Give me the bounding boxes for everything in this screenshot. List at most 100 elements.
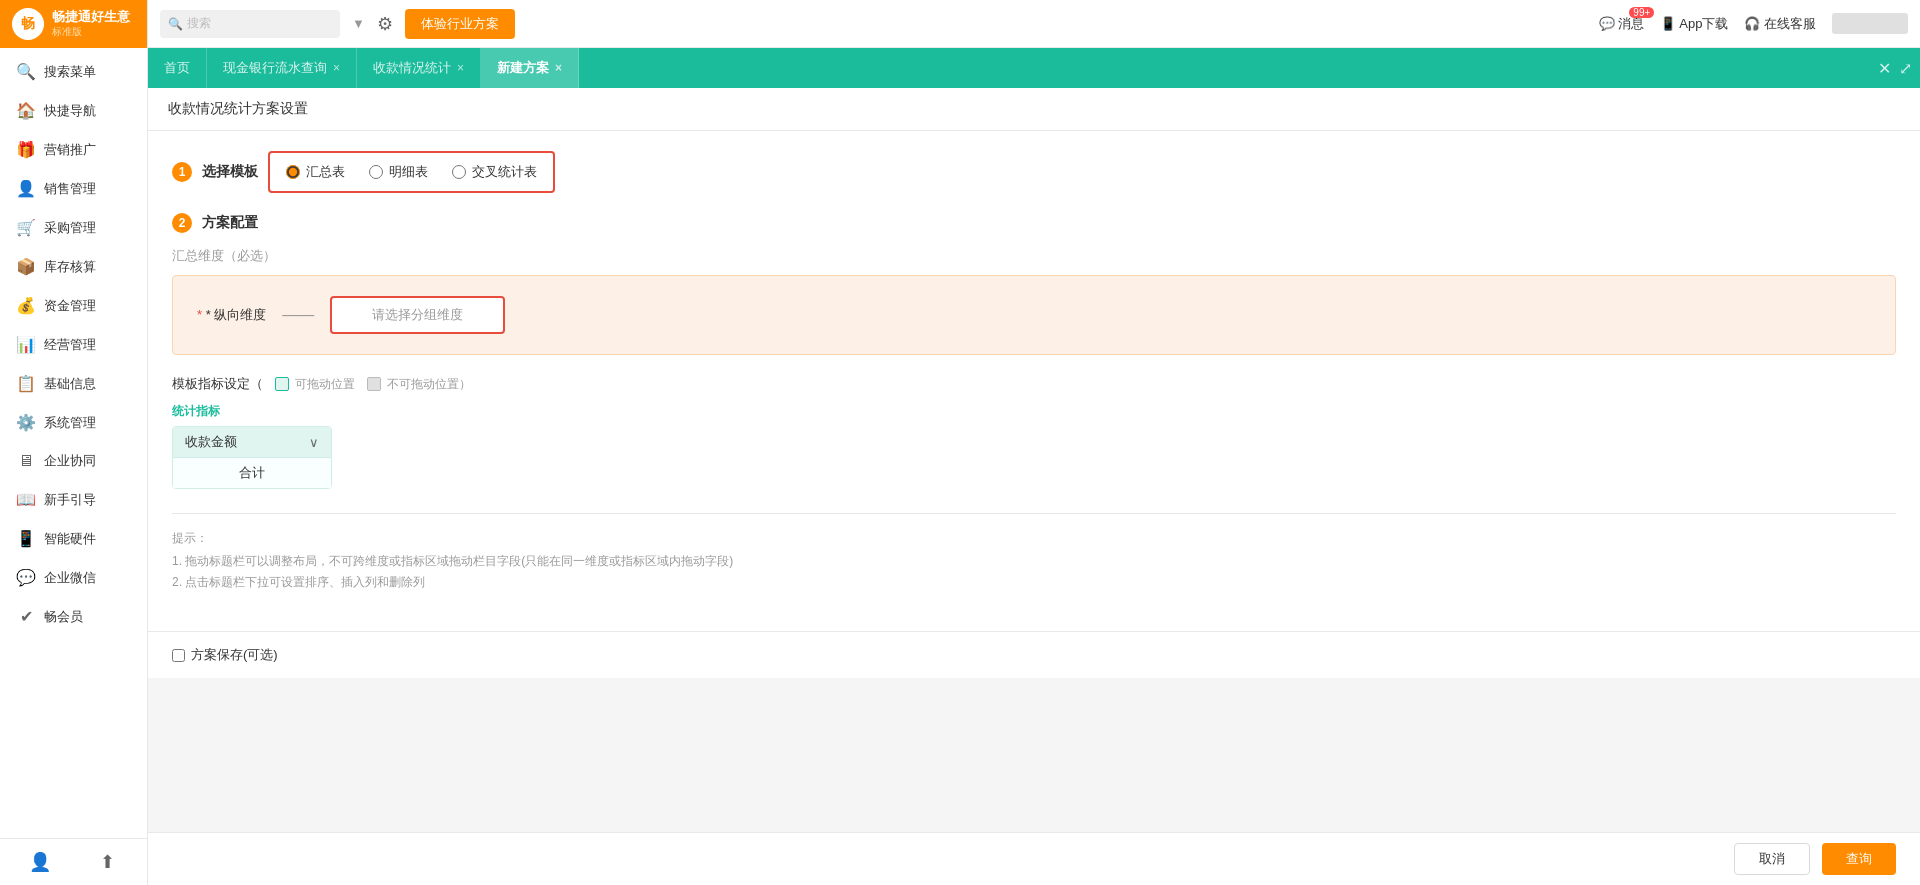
- tab-collection-stat[interactable]: 收款情况统计 ×: [357, 48, 481, 88]
- sidebar-item-wechat[interactable]: 💬 企业微信: [0, 558, 147, 597]
- book-icon: 📖: [16, 490, 36, 509]
- sidebar-item-sales[interactable]: 👤 销售管理: [0, 169, 147, 208]
- tip-item-1: 1. 拖动标题栏可以调整布局，不可跨维度或指标区域拖动栏目字段(只能在同一维度或…: [172, 553, 1896, 570]
- close-window-icon[interactable]: ✕: [1878, 59, 1891, 78]
- gear-icon: ⚙️: [16, 413, 36, 432]
- headphone-icon: 🎧: [1744, 16, 1760, 31]
- step1-badge: 1: [172, 162, 192, 182]
- template-detail-radio[interactable]: [369, 165, 383, 179]
- page-breadcrumb: 收款情况统计方案设置: [148, 88, 1920, 131]
- template-summary-radio[interactable]: [286, 165, 300, 179]
- logo-text: 畅捷通好生意 标准版: [52, 9, 130, 39]
- tab-home[interactable]: 首页: [148, 48, 207, 88]
- indicators-section: 模板指标设定（ 可拖动位置 不可拖动位置）: [172, 375, 1896, 489]
- trial-button[interactable]: 体验行业方案: [405, 9, 515, 39]
- sidebar-item-search-menu[interactable]: 🔍 搜索菜单: [0, 52, 147, 91]
- search-icon: 🔍: [168, 17, 183, 31]
- cancel-button[interactable]: 取消: [1734, 843, 1810, 875]
- dimension-arrow: ——: [282, 306, 314, 324]
- movable-legend: 可拖动位置: [275, 376, 355, 393]
- stats-label: 统计指标: [172, 403, 1896, 420]
- expand-window-icon[interactable]: ⤢: [1899, 59, 1912, 78]
- sidebar-item-finance[interactable]: 💰 资金管理: [0, 286, 147, 325]
- tab-bank-flow[interactable]: 现金银行流水查询 ×: [207, 48, 357, 88]
- template-cross-radio[interactable]: [452, 165, 466, 179]
- service-button[interactable]: 🎧 在线客服: [1744, 15, 1816, 33]
- template-detail-option[interactable]: 明细表: [369, 163, 428, 181]
- bottom-actions: 取消 查询: [148, 832, 1920, 885]
- query-button[interactable]: 查询: [1822, 843, 1896, 875]
- stats-area: 统计指标 收款金额 ∨ 合计: [172, 403, 1896, 489]
- summary-dimension-label: 汇总维度（必选）: [172, 247, 1896, 265]
- chat-icon: 💬: [16, 568, 36, 587]
- sidebar-item-guide[interactable]: 📖 新手引导: [0, 480, 147, 519]
- content-inner: 收款情况统计方案设置 1 选择模板 汇总表: [148, 88, 1920, 832]
- sidebar-bottom: 👤 ⬆: [0, 838, 147, 885]
- search-menu-icon: 🔍: [16, 62, 36, 81]
- sidebar-item-marketing[interactable]: 🎁 营销推广: [0, 130, 147, 169]
- sidebar-item-basic-info[interactable]: 📋 基础信息: [0, 364, 147, 403]
- sidebar-item-inventory[interactable]: 📦 库存核算: [0, 247, 147, 286]
- topbar-right: 💬 消息 99+ 📱 App下载 🎧 在线客服: [1599, 13, 1908, 34]
- sidebar-item-operations[interactable]: 📊 经营管理: [0, 325, 147, 364]
- sidebar-item-member[interactable]: ✔ 畅会员: [0, 597, 147, 636]
- topbar-chevron-icon[interactable]: ▼: [352, 16, 365, 31]
- search-box[interactable]: 🔍 搜索: [160, 10, 340, 38]
- sidebar-item-quick-nav[interactable]: 🏠 快捷导航: [0, 91, 147, 130]
- message-icon: 💬: [1599, 16, 1615, 31]
- step1-section: 1 选择模板 汇总表 明细表: [172, 151, 1896, 193]
- sidebar-item-enterprise[interactable]: 🖥 企业协同: [0, 442, 147, 480]
- stats-chevron-icon[interactable]: ∨: [309, 435, 319, 450]
- template-cross-option[interactable]: 交叉统计表: [452, 163, 537, 181]
- sidebar-item-smart-hw[interactable]: 📱 智能硬件: [0, 519, 147, 558]
- movable-legend-box: [275, 377, 289, 391]
- tabbar: 首页 现金银行流水查询 × 收款情况统计 × 新建方案 × ✕ ⤢: [148, 48, 1920, 88]
- box-icon: 📦: [16, 257, 36, 276]
- indicators-header: 模板指标设定（ 可拖动位置 不可拖动位置）: [172, 375, 1896, 393]
- indicators-label: 模板指标设定（: [172, 375, 263, 393]
- save-plan-checkbox[interactable]: [172, 649, 185, 662]
- phone-icon: 📱: [16, 529, 36, 548]
- sidebar-item-purchase[interactable]: 🛒 采购管理: [0, 208, 147, 247]
- tab-collection-stat-close[interactable]: ×: [457, 61, 464, 75]
- gift-icon: 🎁: [16, 140, 36, 159]
- footer-section: 方案保存(可选): [148, 631, 1920, 678]
- step2-header: 2 方案配置: [172, 213, 1896, 233]
- cart-icon: 🛒: [16, 218, 36, 237]
- step2-section: 2 方案配置 汇总维度（必选） * * 纵向维度 —— 请选择分: [172, 213, 1896, 591]
- chart-icon: 📊: [16, 335, 36, 354]
- tab-bank-flow-close[interactable]: ×: [333, 61, 340, 75]
- message-button[interactable]: 💬 消息 99+: [1599, 15, 1645, 33]
- user-name: [1832, 13, 1908, 34]
- stats-table-header[interactable]: 收款金额 ∨: [173, 427, 331, 458]
- download-button[interactable]: 📱 App下载: [1660, 15, 1728, 33]
- sidebar-bottom-icon1[interactable]: 👤: [8, 847, 72, 877]
- main-area: 🔍 搜索 ▼ ⚙ 体验行业方案 💬 消息 99+ 📱 App下载 🎧 在线客服: [148, 0, 1920, 885]
- sidebar-item-system[interactable]: ⚙️ 系统管理: [0, 403, 147, 442]
- dimension-select[interactable]: 请选择分组维度: [330, 296, 505, 334]
- tabbar-actions: ✕ ⤢: [1870, 48, 1920, 88]
- stats-table: 收款金额 ∨ 合计: [172, 426, 332, 489]
- fixed-legend: 不可拖动位置）: [367, 376, 471, 393]
- vertical-dimension-label: * * 纵向维度: [197, 306, 266, 324]
- step1-header: 1 选择模板 汇总表 明细表: [172, 151, 1896, 193]
- sidebar-nav: 🔍 搜索菜单 🏠 快捷导航 🎁 营销推广 👤 销售管理 🛒 采购管理 📦 库存核…: [0, 48, 147, 838]
- content-area: 收款情况统计方案设置 1 选择模板 汇总表: [148, 88, 1920, 832]
- download-icon: 📱: [1660, 16, 1676, 31]
- step2-title: 方案配置: [202, 214, 258, 232]
- sidebar: 畅 畅捷通好生意 标准版 🔍 搜索菜单 🏠 快捷导航 🎁 营销推广 👤 销售管理…: [0, 0, 148, 885]
- tab-new-plan[interactable]: 新建方案 ×: [481, 48, 579, 88]
- step1-title: 选择模板: [202, 163, 258, 181]
- save-plan-checkbox-label[interactable]: 方案保存(可选): [172, 646, 278, 664]
- sidebar-bottom-icon2[interactable]: ⬆: [76, 847, 140, 877]
- step2-badge: 2: [172, 213, 192, 233]
- dimension-area: * * 纵向维度 —— 请选择分组维度: [172, 275, 1896, 355]
- tip-item-2: 2. 点击标题栏下拉可设置排序、插入列和删除列: [172, 574, 1896, 591]
- sidebar-logo: 畅 畅捷通好生意 标准版: [0, 0, 147, 48]
- tips-title: 提示：: [172, 530, 1896, 547]
- topbar-gear-icon[interactable]: ⚙: [377, 13, 393, 35]
- stats-sum-cell: 合计: [173, 458, 331, 488]
- tab-new-plan-close[interactable]: ×: [555, 61, 562, 75]
- monitor-icon: 🖥: [16, 452, 36, 470]
- template-summary-option[interactable]: 汇总表: [286, 163, 345, 181]
